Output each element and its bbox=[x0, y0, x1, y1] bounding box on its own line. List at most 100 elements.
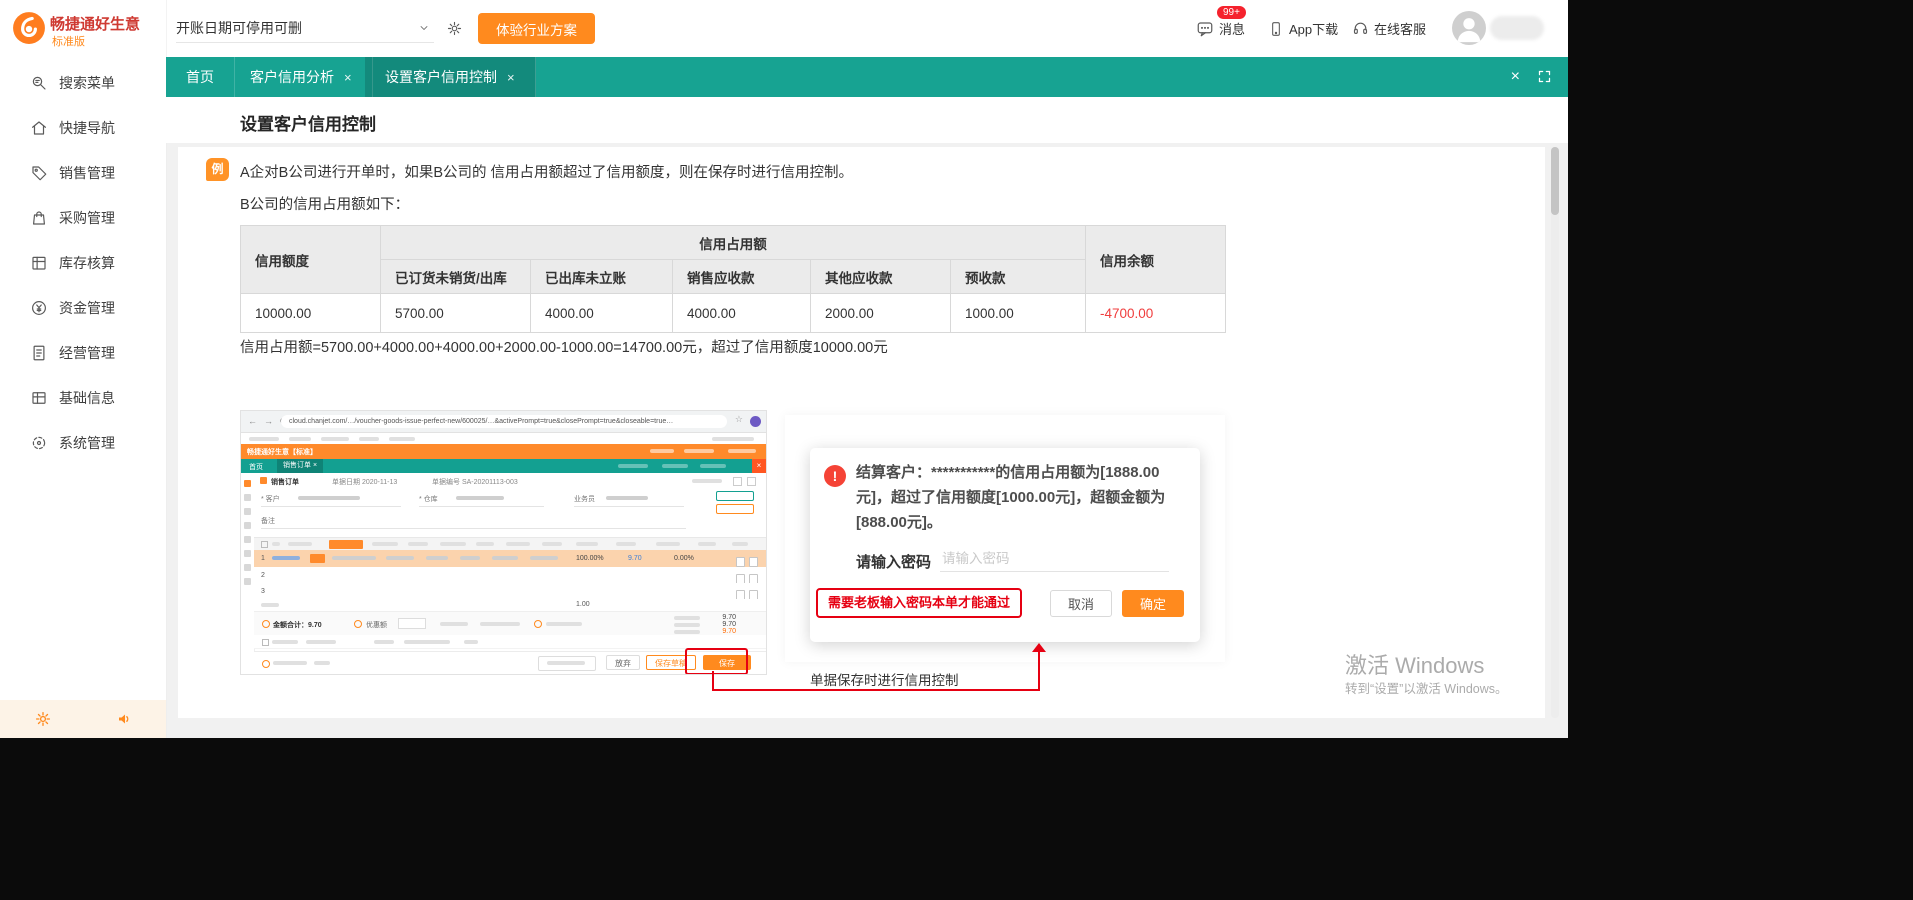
screen: 畅捷通好生意 标准版 开账日期可停用可删 体验行业方案 99+ 消息 App下载 bbox=[0, 0, 1913, 900]
mini-form: * 客户 * 仓库 业务员 备注 bbox=[254, 488, 766, 537]
shopping-bag-icon bbox=[33, 210, 45, 225]
messages-label: 消息 bbox=[1219, 22, 1246, 37]
app-download-label: App下载 bbox=[1289, 22, 1339, 37]
account-set-label: 开账日期可停用可删 bbox=[176, 20, 302, 36]
subcol-other-receivable: 其他应收款 bbox=[810, 259, 951, 294]
annotation-line bbox=[1038, 651, 1040, 691]
mobile-app-icon bbox=[1268, 21, 1284, 37]
headset-icon bbox=[1352, 20, 1369, 37]
col-credit-balance: 信用余额 bbox=[1085, 225, 1226, 294]
page-header bbox=[166, 97, 1568, 143]
close-all-tabs-icon[interactable]: × bbox=[1511, 68, 1520, 86]
example-badge: 例 bbox=[206, 158, 229, 181]
audio-speaker-icon[interactable] bbox=[116, 710, 134, 728]
credit-warning-dialog: ! 结算客户：***********的信用占用额为[1888.00元]，超过了信… bbox=[810, 448, 1200, 642]
edition-badge: 标准版 bbox=[52, 36, 85, 48]
mini-browser-chrome: ←→⟳ cloud.chanjet.com/…/voucher-goods-is… bbox=[241, 411, 766, 433]
mini-sidebar bbox=[241, 473, 255, 674]
top-bar: 畅捷通好生意 标准版 开账日期可停用可删 体验行业方案 99+ 消息 App下载 bbox=[0, 0, 1568, 58]
cancel-button[interactable]: 取消 bbox=[1050, 590, 1112, 617]
messages-item[interactable]: 消息 bbox=[1196, 19, 1245, 38]
sidebar-item-funds[interactable]: 资金管理 bbox=[0, 285, 166, 330]
close-tab-icon[interactable]: × bbox=[344, 70, 352, 85]
sidebar-nav: 搜索菜单 快捷导航 销售管理 采购管理 库存核算 资金管理 经营管理 基础信息 bbox=[0, 57, 167, 738]
subcol-ordered-not-shipped: 已订货未销货/出库 bbox=[380, 259, 531, 294]
windows-activation-hint: 转到“设置”以激活 Windows。 bbox=[1345, 682, 1508, 696]
scrollbar-track[interactable] bbox=[1551, 147, 1559, 718]
mini-summary: 金额合计：9.70 优惠额 9.70 9.70 9.70 bbox=[254, 611, 766, 636]
inventory-cabinet-icon bbox=[32, 256, 46, 270]
scrollbar-thumb[interactable] bbox=[1551, 147, 1559, 215]
subcol-prepaid: 预收款 bbox=[950, 259, 1086, 294]
page-title: 设置客户信用控制 bbox=[240, 115, 376, 134]
experience-plan-button[interactable]: 体验行业方案 bbox=[478, 13, 595, 44]
mini-url-bar: cloud.chanjet.com/…/voucher-goods-issue-… bbox=[281, 415, 727, 428]
subcol-sales-receivable: 销售应收款 bbox=[672, 259, 811, 294]
credit-table: 信用额度 信用占用额 信用余额 已订货未销货/出库 已出库未立账 销售应收款 其… bbox=[240, 225, 1226, 333]
brand-logo-icon bbox=[12, 11, 46, 45]
mini-row-2: 2 bbox=[254, 567, 766, 584]
annotation-line bbox=[712, 671, 714, 691]
sidebar-item-system[interactable]: 系统管理 bbox=[0, 420, 166, 465]
mini-row-3: 3 bbox=[254, 583, 766, 600]
annotation-line bbox=[712, 689, 1040, 691]
subcol-shipped-not-billed: 已出库未立账 bbox=[530, 259, 673, 294]
app-download-item[interactable]: App下载 bbox=[1268, 19, 1338, 38]
sidebar-item-search-menu[interactable]: 搜索菜单 bbox=[0, 60, 166, 105]
search-icon bbox=[32, 76, 46, 90]
mini-discard-button: 放弃 bbox=[606, 655, 640, 670]
back-icon: ← bbox=[248, 416, 257, 426]
user-avatar[interactable] bbox=[1452, 11, 1486, 45]
sidebar-footer bbox=[0, 700, 166, 738]
password-input[interactable] bbox=[940, 545, 1169, 572]
tab-credit-control[interactable]: 设置客户信用控制 × bbox=[365, 57, 536, 97]
mini-close-icon: × bbox=[752, 459, 766, 473]
settings-gear-icon[interactable] bbox=[446, 20, 463, 37]
sidebar-item-inventory[interactable]: 库存核算 bbox=[0, 240, 166, 285]
document-icon bbox=[33, 345, 45, 360]
sales-tag-icon bbox=[32, 165, 47, 180]
mini-doc-icon bbox=[260, 477, 267, 484]
warning-icon: ! bbox=[824, 465, 846, 487]
negative-balance-value: -4700.00 bbox=[1085, 293, 1226, 333]
confirm-button[interactable]: 确定 bbox=[1122, 590, 1184, 617]
mini-tab-strip: 首页 销售订单 × × bbox=[241, 459, 766, 473]
mini-product-col-tag bbox=[329, 540, 363, 549]
sidebar-item-sales[interactable]: 销售管理 bbox=[0, 150, 166, 195]
sidebar-item-quick-nav[interactable]: 快捷导航 bbox=[0, 105, 166, 150]
chevron-down-icon bbox=[418, 22, 430, 34]
dialog-message: 结算客户：***********的信用占用额为[1888.00元]，超过了信用额… bbox=[856, 464, 1166, 531]
password-label: 请输入密码 bbox=[856, 554, 932, 571]
tab-credit-analysis[interactable]: 客户信用分析 × bbox=[230, 57, 373, 97]
example-text-line1: A企对B公司进行开单时，如果B公司的 信用占用额超过了信用额度，则在保存时进行信… bbox=[240, 165, 854, 181]
sidebar-item-purchase[interactable]: 采购管理 bbox=[0, 195, 166, 240]
grid-table-icon bbox=[32, 391, 46, 404]
sidebar-item-operations[interactable]: 经营管理 bbox=[0, 330, 166, 375]
annotation-caption: 单据保存时进行信用控制 bbox=[810, 673, 959, 688]
col-credit-limit: 信用额度 bbox=[240, 225, 381, 294]
embedded-screenshot: ←→⟳ cloud.chanjet.com/…/voucher-goods-is… bbox=[240, 410, 767, 675]
message-bubble-icon bbox=[1196, 20, 1214, 38]
col-credit-occupied: 信用占用额 bbox=[380, 225, 1086, 260]
mini-app-header: 畅捷通好生意【标准】 bbox=[241, 444, 766, 459]
tab-home[interactable]: 首页 bbox=[166, 57, 235, 97]
formula-text: 信用占用额=5700.00+4000.00+4000.00+2000.00-10… bbox=[240, 340, 888, 356]
forward-icon: → bbox=[264, 416, 273, 426]
money-yuan-icon bbox=[32, 300, 46, 315]
brand-name: 畅捷通好生意 bbox=[50, 16, 141, 33]
sidebar-item-base-info[interactable]: 基础信息 bbox=[0, 375, 166, 420]
blurred-username bbox=[1490, 16, 1544, 40]
mini-extra-row bbox=[254, 635, 766, 649]
fullscreen-icon[interactable] bbox=[1537, 69, 1552, 84]
sidebar-settings-gear-icon[interactable] bbox=[34, 710, 52, 728]
online-service-label: 在线客服 bbox=[1374, 22, 1427, 37]
mini-active-tab: 销售订单 × bbox=[277, 459, 324, 473]
example-text-line2: B公司的信用占用额如下： bbox=[240, 197, 410, 213]
account-set-select[interactable]: 开账日期可停用可删 bbox=[176, 15, 434, 43]
mini-doc-toolbar: 销售订单 单据日期 2020-11-13 单据编号 SA-20201113-00… bbox=[254, 473, 766, 489]
messages-count-badge: 99+ bbox=[1216, 5, 1247, 20]
close-tab-icon[interactable]: × bbox=[507, 70, 515, 85]
save-button-highlight-annotation bbox=[685, 648, 748, 674]
online-service-item[interactable]: 在线客服 bbox=[1352, 19, 1426, 38]
mini-row-1: 1 100.00% 9.70 0.00% bbox=[254, 550, 766, 568]
